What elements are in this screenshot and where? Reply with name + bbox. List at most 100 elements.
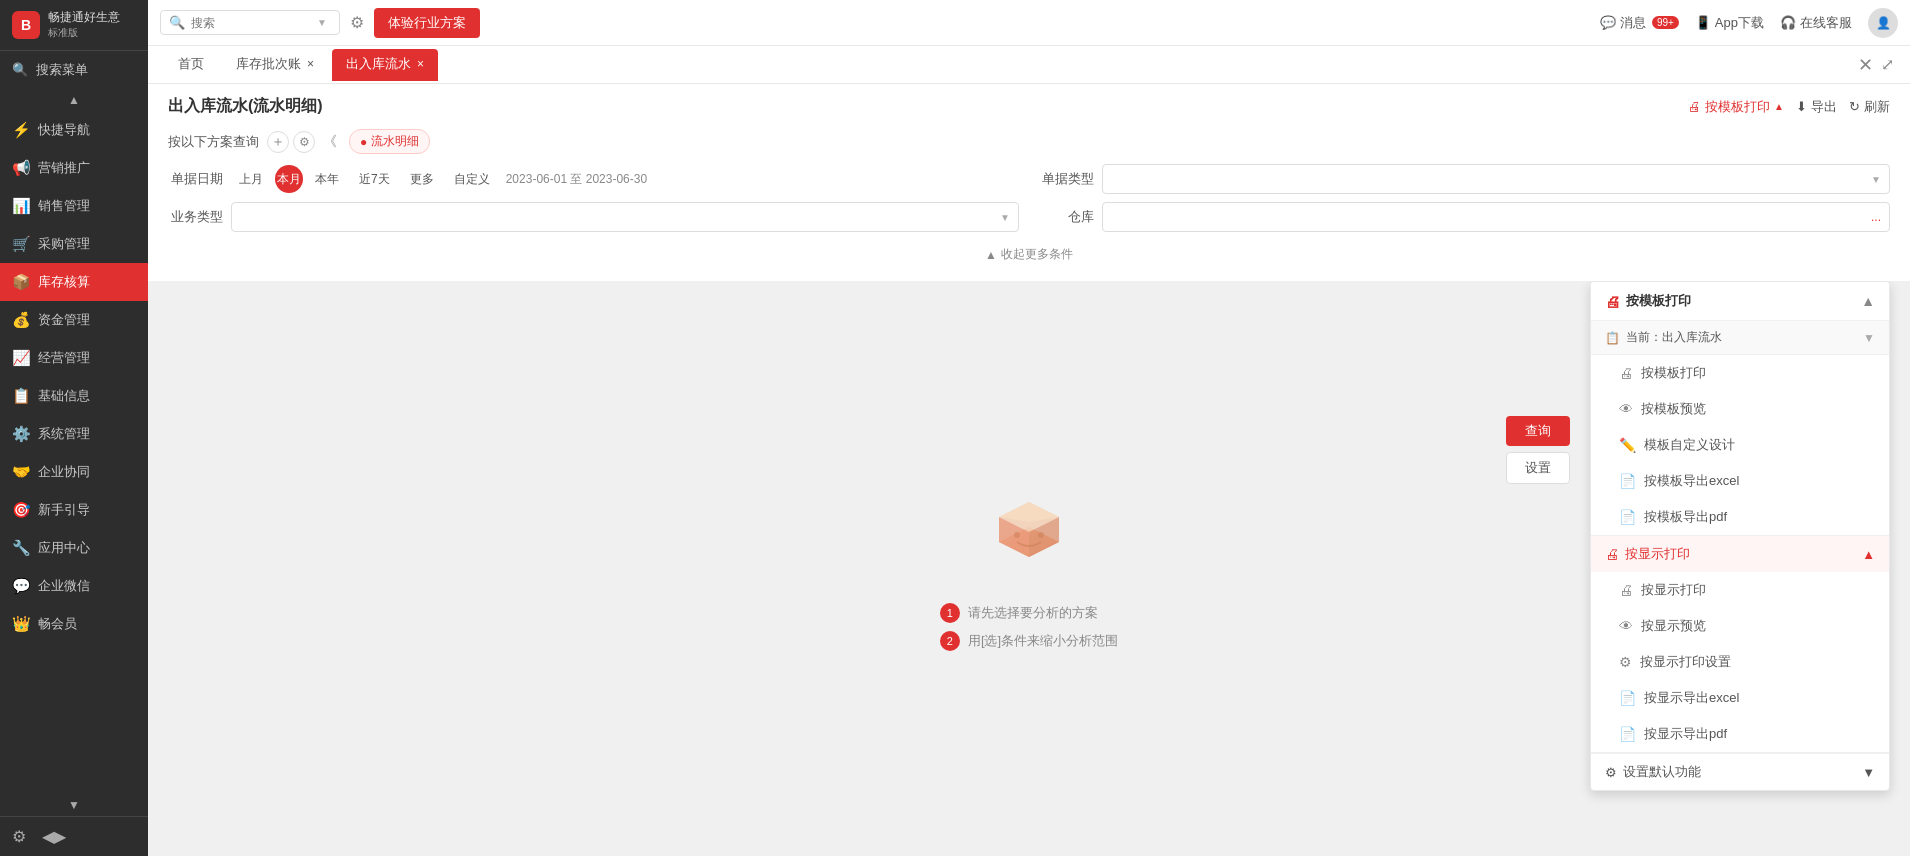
collapse-btn[interactable]: ▲ 收起更多条件 bbox=[168, 240, 1890, 269]
filter-business-row: 业务类型 ▼ 仓库 ... bbox=[168, 202, 1890, 232]
step-2-num: 2 bbox=[940, 631, 960, 651]
sidebar-item-marketing[interactable]: 📢 营销推广 bbox=[0, 149, 148, 187]
sidebar-collapse-icon[interactable]: ◀▶ bbox=[42, 827, 66, 846]
tab-home[interactable]: 首页 bbox=[164, 49, 218, 81]
sidebar-item-system[interactable]: ⚙️ 系统管理 bbox=[0, 415, 148, 453]
online-service-label: 在线客服 bbox=[1800, 14, 1852, 32]
quick-nav-icon: ⚡ bbox=[12, 121, 30, 139]
refresh-btn[interactable]: ↻ 刷新 bbox=[1849, 98, 1890, 116]
sidebar-item-inventory[interactable]: 📦 库存核算 bbox=[0, 263, 148, 301]
template-export-excel-label: 按模板导出excel bbox=[1644, 472, 1739, 490]
print-dropdown-panel: 🖨 按模板打印 ▲ 📋 当前：出入库流水 ▼ 🖨 按模板打印 bbox=[1590, 281, 1890, 791]
sidebar-item-finance[interactable]: 💰 资金管理 bbox=[0, 301, 148, 339]
dropdown-item-display-export-excel[interactable]: 📄 按显示导出excel bbox=[1591, 680, 1889, 716]
dropdown-item-display-export-pdf[interactable]: 📄 按显示导出pdf bbox=[1591, 716, 1889, 752]
date-btn-last-month[interactable]: 上月 bbox=[231, 169, 271, 190]
display-print-icon: 🖨 bbox=[1619, 582, 1633, 598]
filter-date-row: 单据日期 上月 本月 本年 近7天 更多 自定义 2023-06-01 至 20… bbox=[168, 164, 1890, 194]
display-section-title[interactable]: 🖨 按显示打印 ▲ bbox=[1591, 536, 1889, 572]
sidebar-item-beginner[interactable]: 🎯 新手引导 bbox=[0, 491, 148, 529]
empty-state: 1 请先选择要分析的方案 2 用[选]条件来缩小分析范围 bbox=[940, 487, 1118, 651]
dropdown-item-template-print[interactable]: 🖨 按模板打印 bbox=[1591, 355, 1889, 391]
industry-btn[interactable]: 体验行业方案 bbox=[374, 8, 480, 38]
warehouse-more-btn[interactable]: ... bbox=[1871, 210, 1881, 224]
basic-icon: 📋 bbox=[12, 387, 30, 405]
tab-batch-close[interactable]: × bbox=[307, 57, 314, 71]
dropdown-item-template-custom[interactable]: ✏️ 模板自定义设计 bbox=[1591, 427, 1889, 463]
tab-batch[interactable]: 库存批次账 × bbox=[222, 49, 328, 81]
sub-header-chevron[interactable]: ▼ bbox=[1863, 331, 1875, 345]
sidebar-item-operations[interactable]: 📈 经营管理 bbox=[0, 339, 148, 377]
topbar-search-input[interactable] bbox=[191, 16, 311, 30]
topbar-search-box[interactable]: 🔍 ▼ bbox=[160, 10, 340, 35]
dropdown-item-template-preview[interactable]: 👁 按模板预览 bbox=[1591, 391, 1889, 427]
query-settings-area: 查询 设置 bbox=[1506, 416, 1570, 484]
filter-collapse-btn[interactable]: 《 bbox=[319, 131, 341, 153]
dropdown-controls: ▲ bbox=[1861, 293, 1875, 309]
dropdown-item-display-print[interactable]: 🖨 按显示打印 bbox=[1591, 572, 1889, 608]
sidebar-item-basic[interactable]: 📋 基础信息 bbox=[0, 377, 148, 415]
tab-expand-icon[interactable]: ⤢ bbox=[1881, 55, 1894, 74]
filter-warehouse-select[interactable]: ... bbox=[1102, 202, 1890, 232]
filter-settings-btn[interactable]: ⚙ bbox=[293, 131, 315, 153]
sidebar-nav: ⚡ 快捷导航 📢 营销推广 📊 销售管理 🛒 采购管理 📦 库存核算 💰 资金管… bbox=[0, 111, 148, 794]
filter-add-btn[interactable]: ＋ bbox=[267, 131, 289, 153]
sidebar-item-label: 采购管理 bbox=[38, 235, 90, 253]
sidebar-item-enterprise[interactable]: 🤝 企业协同 bbox=[0, 453, 148, 491]
sidebar-scroll-down[interactable]: ▼ bbox=[0, 794, 148, 816]
print-chevron-up-icon: ▲ bbox=[1774, 101, 1784, 112]
tab-flow-close[interactable]: × bbox=[417, 57, 424, 71]
sidebar-item-label: 畅会员 bbox=[38, 615, 77, 633]
dropdown-item-template-export-pdf[interactable]: 📄 按模板导出pdf bbox=[1591, 499, 1889, 535]
sidebar-item-wechat[interactable]: 💬 企业微信 bbox=[0, 567, 148, 605]
sidebar: B 畅捷通好生意 标准版 🔍 搜索菜单 ▲ ⚡ 快捷导航 📢 营销推广 📊 销售… bbox=[0, 0, 148, 856]
tab-flow[interactable]: 出入库流水 × bbox=[332, 49, 438, 81]
topbar-search-dropdown-icon[interactable]: ▼ bbox=[317, 17, 327, 28]
sidebar-item-apps[interactable]: 🔧 应用中心 bbox=[0, 529, 148, 567]
print-label: 按模板打印 bbox=[1705, 98, 1770, 116]
print-btn[interactable]: 🖨 按模板打印 ▲ bbox=[1688, 98, 1784, 116]
date-btn-custom[interactable]: 自定义 bbox=[446, 169, 498, 190]
sidebar-search[interactable]: 🔍 搜索菜单 bbox=[0, 51, 148, 89]
settings-btn[interactable]: 设置 bbox=[1506, 452, 1570, 484]
sidebar-item-label: 销售管理 bbox=[38, 197, 90, 215]
display-preview-label: 按显示预览 bbox=[1641, 617, 1706, 635]
dropdown-footer[interactable]: ⚙ 设置默认功能 ▼ bbox=[1591, 753, 1889, 790]
sidebar-settings-icon[interactable]: ⚙ bbox=[12, 827, 26, 846]
date-btn-7days[interactable]: 近7天 bbox=[351, 169, 398, 190]
date-btn-this-month[interactable]: 本月 bbox=[275, 165, 303, 193]
dropdown-chevron-up-btn[interactable]: ▲ bbox=[1861, 293, 1875, 309]
svg-point-7 bbox=[1038, 532, 1044, 538]
display-section-chevron: ▲ bbox=[1862, 547, 1875, 562]
filter-tag-liushui[interactable]: ● 流水明细 bbox=[349, 129, 430, 154]
collapse-icon: ▲ bbox=[985, 248, 997, 262]
message-btn[interactable]: 💬 消息 99+ bbox=[1600, 14, 1679, 32]
sidebar-item-sales[interactable]: 📊 销售管理 bbox=[0, 187, 148, 225]
user-avatar[interactable]: 👤 bbox=[1868, 8, 1898, 38]
display-preview-icon: 👁 bbox=[1619, 618, 1633, 634]
export-btn[interactable]: ⬇ 导出 bbox=[1796, 98, 1837, 116]
sidebar-item-quick-nav[interactable]: ⚡ 快捷导航 bbox=[0, 111, 148, 149]
online-service-btn[interactable]: 🎧 在线客服 bbox=[1780, 14, 1852, 32]
sidebar-scroll-up[interactable]: ▲ bbox=[0, 89, 148, 111]
tab-close-window-icon[interactable]: ✕ bbox=[1858, 54, 1873, 76]
sidebar-item-purchase[interactable]: 🛒 采购管理 bbox=[0, 225, 148, 263]
display-export-excel-icon: 📄 bbox=[1619, 690, 1636, 706]
sidebar-item-label: 应用中心 bbox=[38, 539, 90, 557]
app-download-btn[interactable]: 📱 App下载 bbox=[1695, 14, 1764, 32]
display-section-icon: 🖨 bbox=[1605, 546, 1619, 562]
dropdown-item-display-preview[interactable]: 👁 按显示预览 bbox=[1591, 608, 1889, 644]
dropdown-item-template-export-excel[interactable]: 📄 按模板导出excel bbox=[1591, 463, 1889, 499]
purchase-icon: 🛒 bbox=[12, 235, 30, 253]
topbar-gear-icon[interactable]: ⚙ bbox=[350, 13, 364, 32]
sidebar-item-member[interactable]: 👑 畅会员 bbox=[0, 605, 148, 643]
date-btn-this-year[interactable]: 本年 bbox=[307, 169, 347, 190]
logo-sub: 标准版 bbox=[48, 26, 120, 40]
query-btn[interactable]: 查询 bbox=[1506, 416, 1570, 446]
date-btn-more[interactable]: 更多 bbox=[402, 169, 442, 190]
filter-area: 按以下方案查询 ＋ ⚙ 《 ● 流水明细 单据日期 上月 本月 本年 近7天 更… bbox=[148, 117, 1910, 281]
sidebar-item-label: 经营管理 bbox=[38, 349, 90, 367]
filter-business-select[interactable]: ▼ bbox=[231, 202, 1019, 232]
filter-type-select[interactable]: ▼ bbox=[1102, 164, 1890, 194]
dropdown-item-display-settings[interactable]: ⚙ 按显示打印设置 bbox=[1591, 644, 1889, 680]
